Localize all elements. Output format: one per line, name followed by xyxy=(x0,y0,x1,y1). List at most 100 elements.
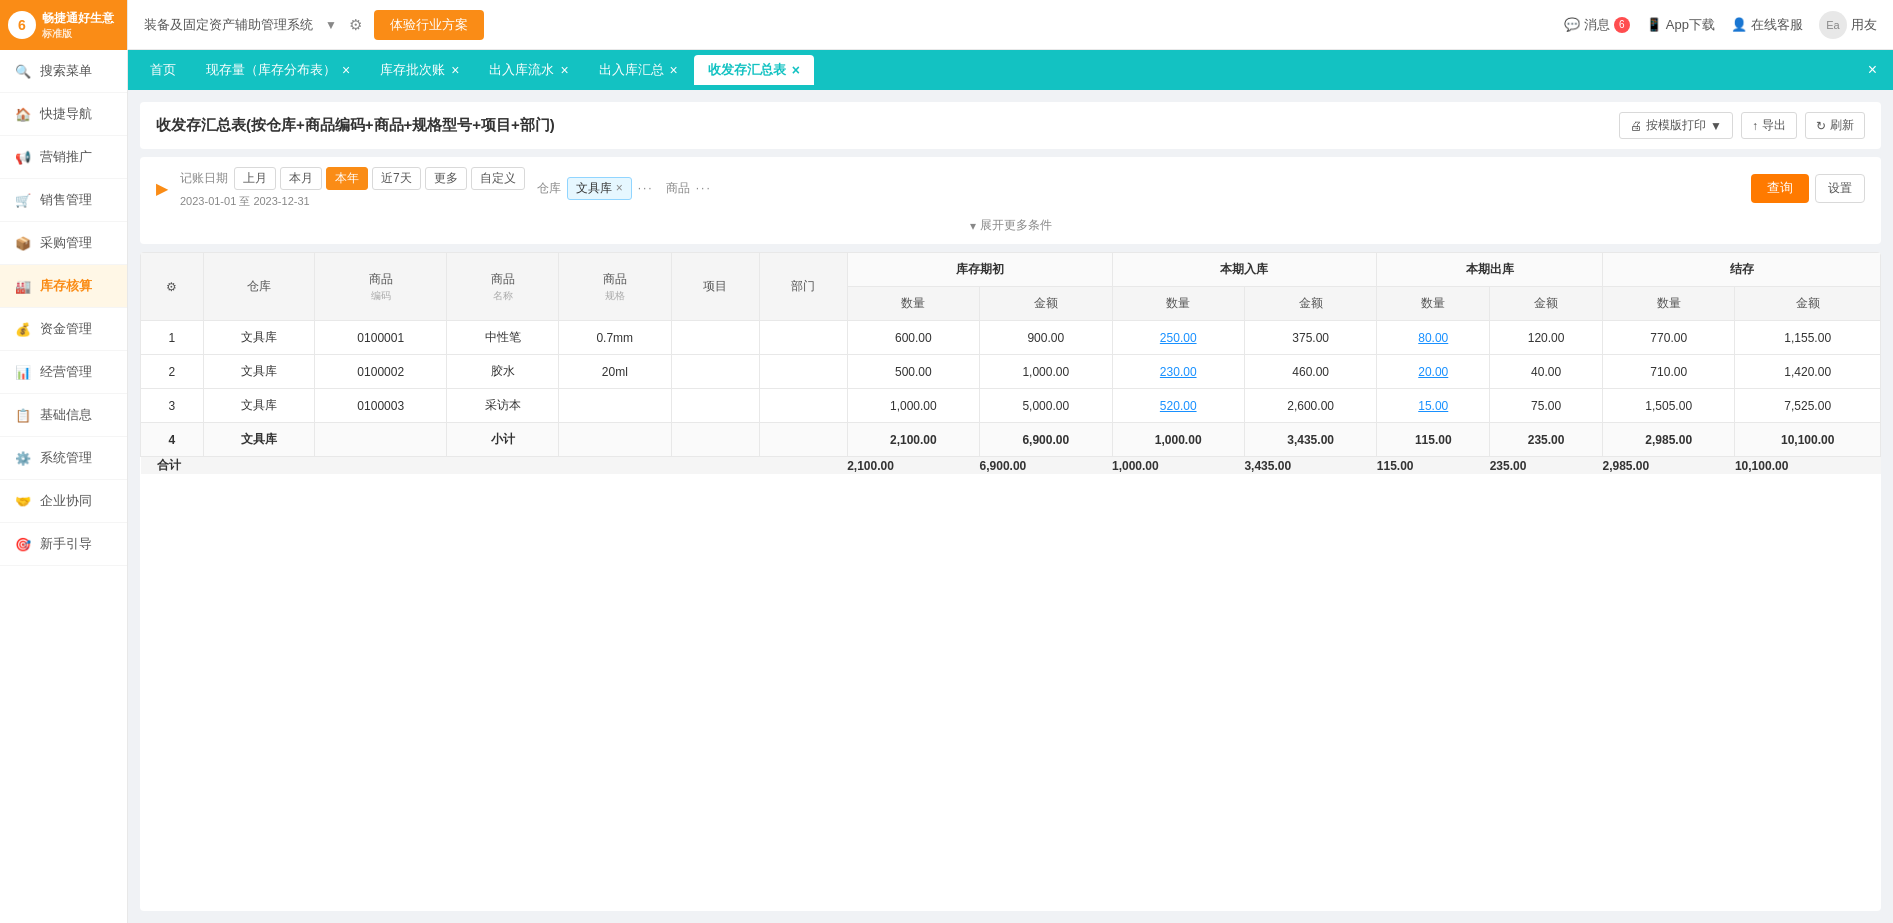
logo-icon: 6 xyxy=(8,11,36,39)
column-settings-icon[interactable]: ⚙ xyxy=(166,280,177,294)
sidebar-item-marketing[interactable]: 📢 营销推广 xyxy=(0,136,127,179)
tab-flow[interactable]: 出入库流水 × xyxy=(475,55,582,85)
col-in-qty: 数量 xyxy=(1112,287,1244,321)
sidebar-item-inventory[interactable]: 🏭 库存核算 xyxy=(0,265,127,308)
warehouse-more-icon[interactable]: ··· xyxy=(638,181,654,195)
tab-close-icon[interactable]: × xyxy=(792,63,800,77)
tab-close-icon[interactable]: × xyxy=(670,63,678,77)
tab-batch[interactable]: 库存批次账 × xyxy=(366,55,473,85)
warehouse-filter-group: 仓库 文具库 × ··· xyxy=(537,177,654,200)
date-btn-more[interactable]: 更多 xyxy=(425,167,467,190)
row-out-qty[interactable]: 115.00 xyxy=(1377,423,1490,457)
home-icon: 🏠 xyxy=(14,105,32,123)
col-in-amt: 金额 xyxy=(1244,287,1376,321)
print-button[interactable]: 🖨 按模版打印 ▼ xyxy=(1619,112,1733,139)
tab-summary[interactable]: 出入库汇总 × xyxy=(585,55,692,85)
sidebar-item-label: 搜索菜单 xyxy=(40,62,92,80)
sidebar-item-operation[interactable]: 📊 经营管理 xyxy=(0,351,127,394)
tab-inventory-dist[interactable]: 现存量（库存分布表） × xyxy=(192,55,364,85)
row-in-qty[interactable]: 250.00 xyxy=(1112,321,1244,355)
export-button[interactable]: ↑ 导出 xyxy=(1741,112,1797,139)
col-bal-qty: 数量 xyxy=(1603,287,1735,321)
online-service-item[interactable]: 👤 在线客服 xyxy=(1731,16,1803,34)
expand-conditions-button[interactable]: ▾ 展开更多条件 xyxy=(970,217,1052,234)
logo-title: 畅捷通好生意 xyxy=(42,10,114,27)
product-filter-label: 商品 xyxy=(666,180,690,197)
user-item[interactable]: Ea 用友 xyxy=(1819,11,1877,39)
tab-home[interactable]: 首页 xyxy=(136,55,190,85)
col-out-qty: 数量 xyxy=(1377,287,1490,321)
sidebar-item-label: 销售管理 xyxy=(40,191,92,209)
date-btn-7days[interactable]: 近7天 xyxy=(372,167,421,190)
table-row: 1文具库0100001中性笔0.7mm600.00900.00250.00375… xyxy=(141,321,1881,355)
product-more-icon[interactable]: ··· xyxy=(696,181,712,195)
sidebar-item-search[interactable]: 🔍 搜索菜单 xyxy=(0,50,127,93)
row-product-code: 0100001 xyxy=(315,321,447,355)
sidebar-item-label: 经营管理 xyxy=(40,363,92,381)
row-in-amt: 460.00 xyxy=(1244,355,1376,389)
tab-close-icon[interactable]: × xyxy=(560,63,568,77)
footer-in-amt: 3,435.00 xyxy=(1244,457,1376,475)
col-opening-stock: 库存期初 xyxy=(847,253,1112,287)
window-close-icon[interactable]: × xyxy=(1860,57,1885,83)
filter-bar: ▶ 记账日期 上月 本月 本年 近7天 更多 自定义 2023-01-01 xyxy=(140,157,1881,244)
table-container: ⚙ 仓库 商品编码 商品名称 商品规格 项目 部门 库存期初 本期入库 本期出库… xyxy=(140,252,1881,911)
date-btn-this-year[interactable]: 本年 xyxy=(326,167,368,190)
row-in-qty[interactable]: 520.00 xyxy=(1112,389,1244,423)
row-num: 1 xyxy=(141,321,204,355)
row-product-code: 0100003 xyxy=(315,389,447,423)
table-row: 2文具库0100002胶水20ml500.001,000.00230.00460… xyxy=(141,355,1881,389)
row-out-amt: 235.00 xyxy=(1490,423,1603,457)
footer-bal-qty: 2,985.00 xyxy=(1603,457,1735,475)
system-icon: ⚙️ xyxy=(14,449,32,467)
footer-out-amt: 235.00 xyxy=(1490,457,1603,475)
sidebar-logo: 6 畅捷通好生意 标准版 xyxy=(0,0,127,50)
warehouse-tag-close-icon[interactable]: × xyxy=(616,181,623,195)
gear-icon[interactable]: ⚙ xyxy=(349,16,362,34)
footer-label: 合计 xyxy=(141,457,848,475)
row-product-spec xyxy=(558,423,671,457)
row-out-qty[interactable]: 15.00 xyxy=(1377,389,1490,423)
row-out-qty[interactable]: 20.00 xyxy=(1377,355,1490,389)
collab-icon: 🤝 xyxy=(14,492,32,510)
sidebar-item-guide[interactable]: 🎯 新手引导 xyxy=(0,523,127,566)
query-button[interactable]: 查询 xyxy=(1751,174,1809,203)
sidebar-item-sales[interactable]: 🛒 销售管理 xyxy=(0,179,127,222)
row-warehouse: 文具库 xyxy=(203,321,314,355)
row-bal-qty: 710.00 xyxy=(1603,355,1735,389)
warehouse-tag[interactable]: 文具库 × xyxy=(567,177,632,200)
sidebar-item-quick[interactable]: 🏠 快捷导航 xyxy=(0,93,127,136)
row-bal-qty: 1,505.00 xyxy=(1603,389,1735,423)
sidebar-item-basic[interactable]: 📋 基础信息 xyxy=(0,394,127,437)
filter-toggle-icon[interactable]: ▶ xyxy=(156,179,168,198)
tab-close-icon[interactable]: × xyxy=(342,63,350,77)
tab-close-icon[interactable]: × xyxy=(451,63,459,77)
row-in-qty[interactable]: 1,000.00 xyxy=(1112,423,1244,457)
experience-button[interactable]: 体验行业方案 xyxy=(374,10,484,40)
date-btn-custom[interactable]: 自定义 xyxy=(471,167,525,190)
avatar: Ea xyxy=(1819,11,1847,39)
sidebar-item-purchase[interactable]: 📦 采购管理 xyxy=(0,222,127,265)
row-in-qty[interactable]: 230.00 xyxy=(1112,355,1244,389)
top-header: 装备及固定资产辅助管理系统 ▼ ⚙ 体验行业方案 💬 消息 6 📱 App下载 … xyxy=(128,0,1893,50)
sidebar-item-system[interactable]: ⚙️ 系统管理 xyxy=(0,437,127,480)
sidebar-item-collab[interactable]: 🤝 企业协同 xyxy=(0,480,127,523)
settings-button[interactable]: 设置 xyxy=(1815,174,1865,203)
sidebar-item-finance[interactable]: 💰 资金管理 xyxy=(0,308,127,351)
date-btn-last-month[interactable]: 上月 xyxy=(234,167,276,190)
row-product-code: 0100002 xyxy=(315,355,447,389)
refresh-button[interactable]: ↻ 刷新 xyxy=(1805,112,1865,139)
date-btn-this-month[interactable]: 本月 xyxy=(280,167,322,190)
date-range: 2023-01-01 至 2023-12-31 xyxy=(180,194,525,209)
row-project xyxy=(671,355,759,389)
tab-receive-send[interactable]: 收发存汇总表 × xyxy=(694,55,814,85)
row-out-qty[interactable]: 80.00 xyxy=(1377,321,1490,355)
app-download-item[interactable]: 📱 App下载 xyxy=(1646,16,1715,34)
date-options: 上月 本月 本年 近7天 更多 自定义 xyxy=(234,167,525,190)
sidebar-item-label: 采购管理 xyxy=(40,234,92,252)
system-dropdown-icon[interactable]: ▼ xyxy=(325,18,337,32)
col-balance: 结存 xyxy=(1603,253,1881,287)
notification-item[interactable]: 💬 消息 6 xyxy=(1564,16,1630,34)
mobile-icon: 📱 xyxy=(1646,17,1662,32)
col-project: 项目 xyxy=(671,253,759,321)
